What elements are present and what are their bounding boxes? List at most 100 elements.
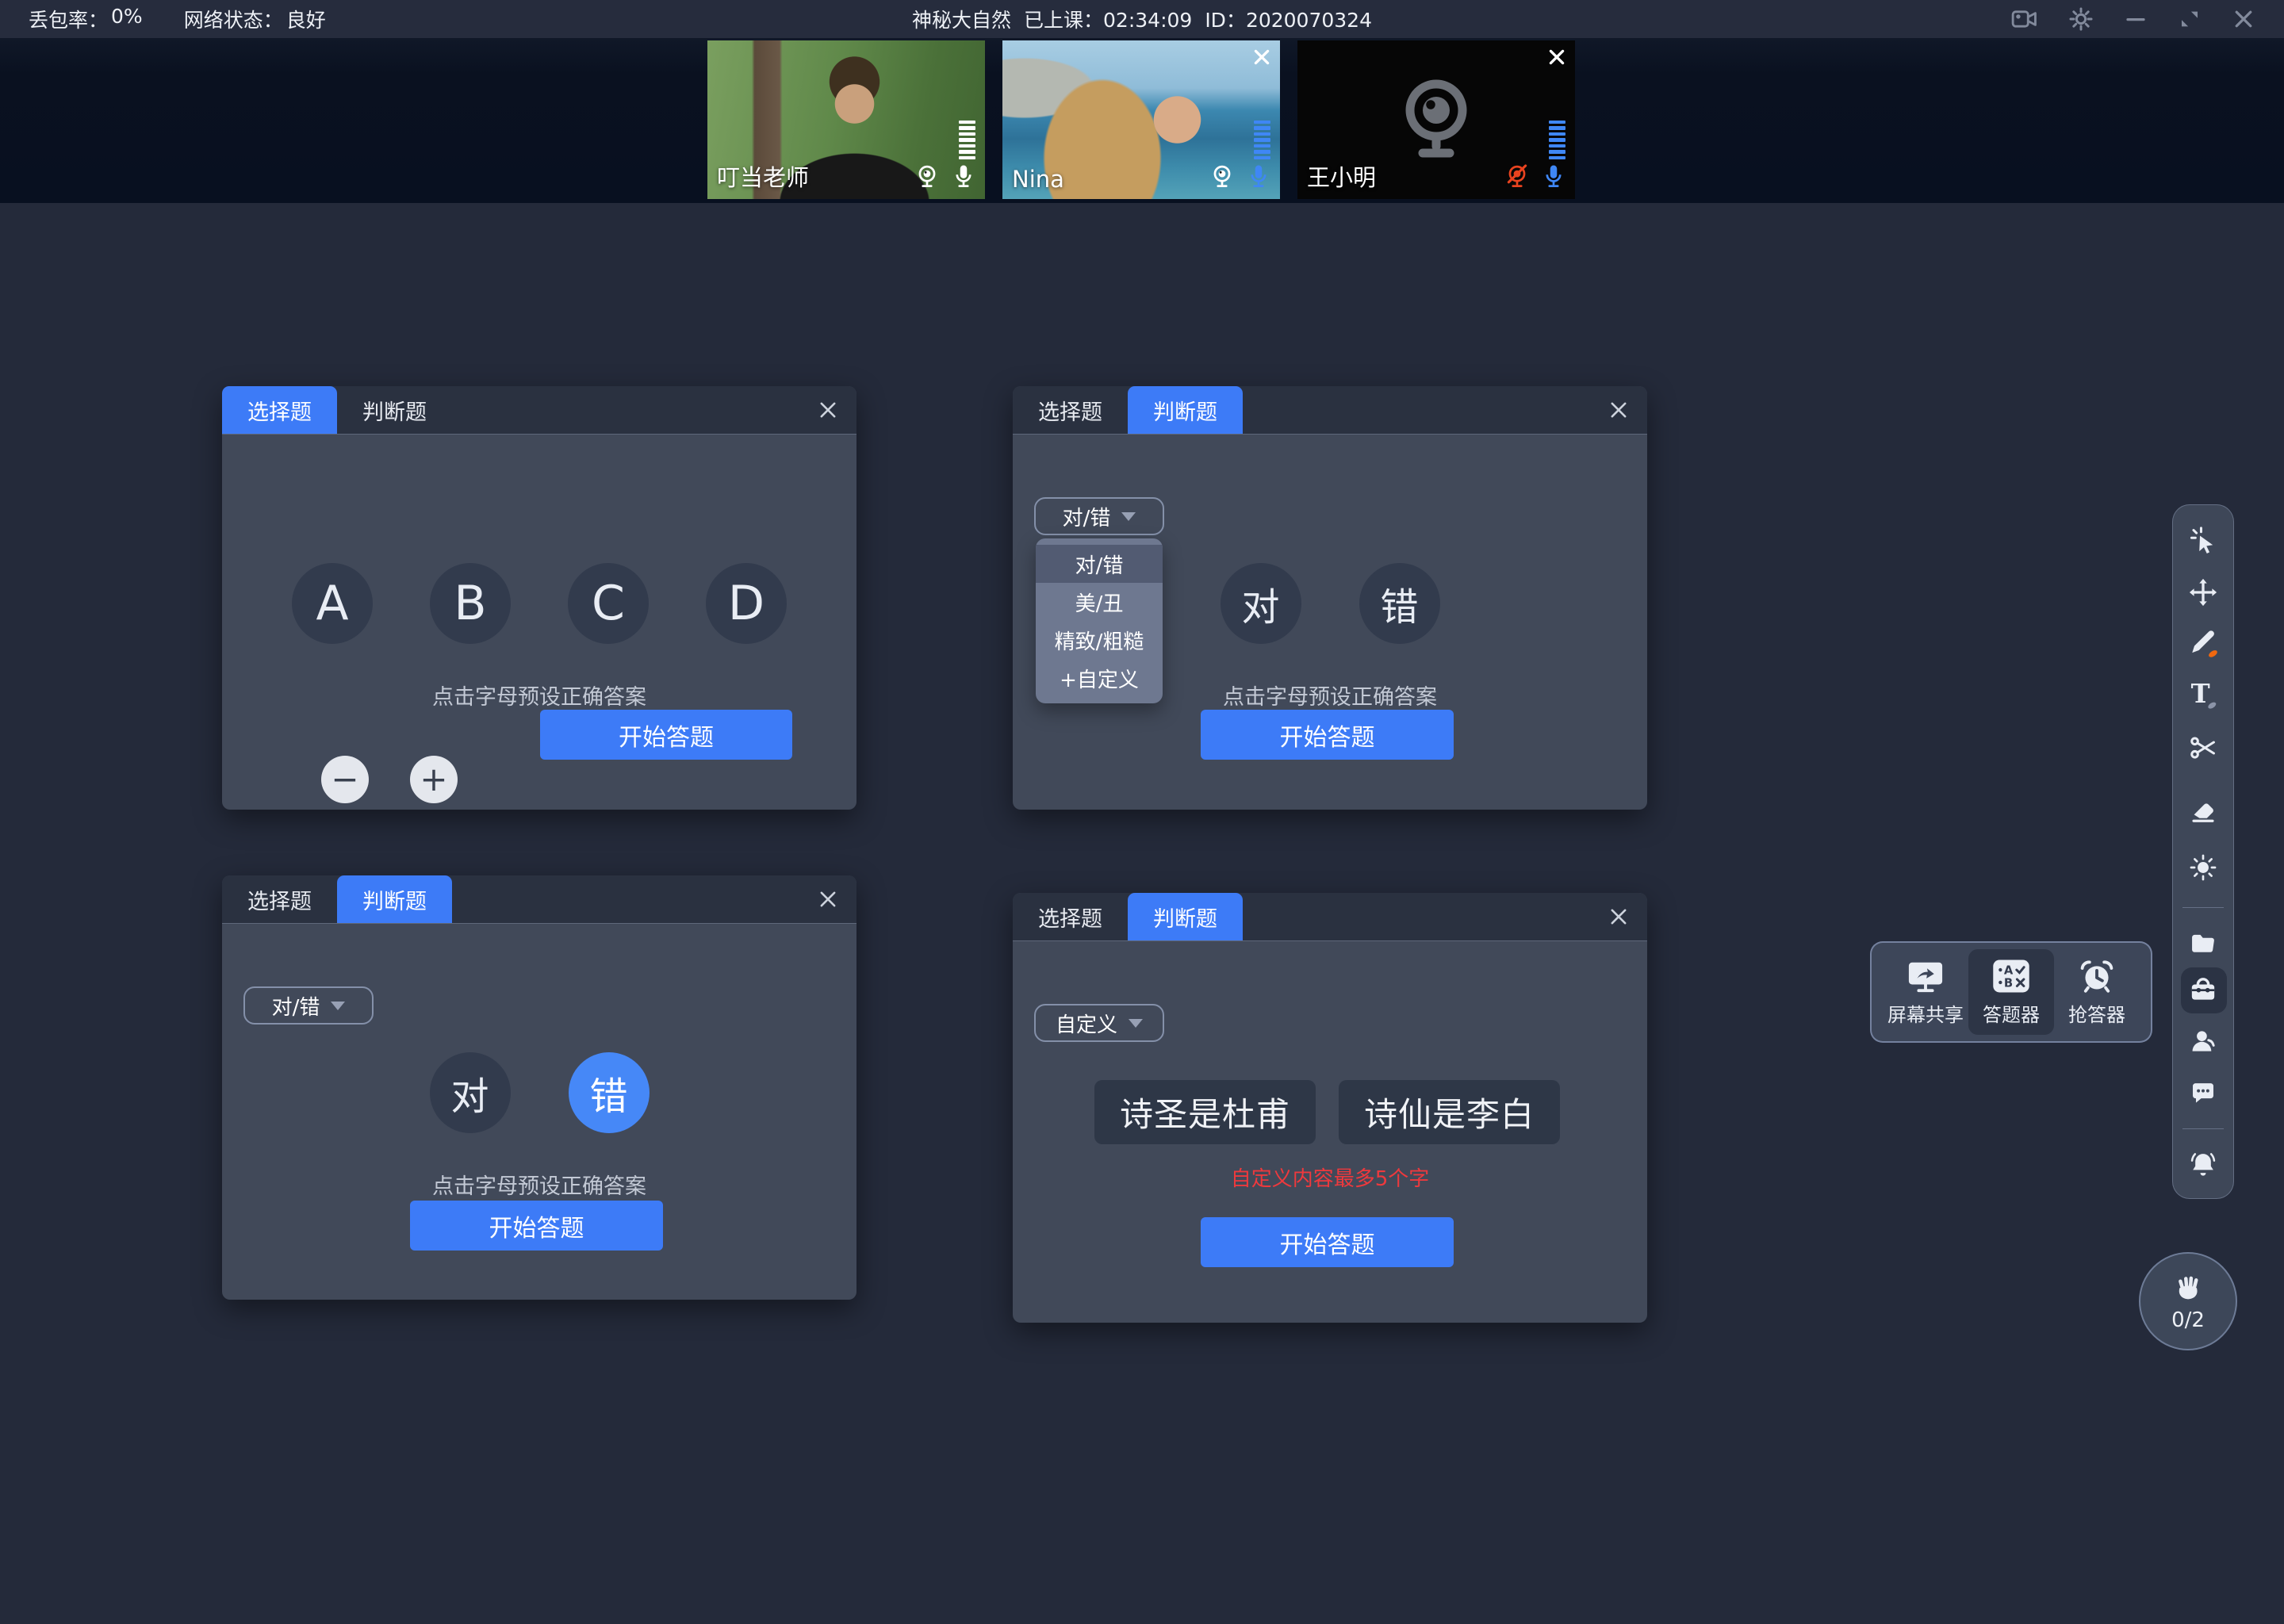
answer-pad-button[interactable]: AB 答题器: [1968, 949, 2054, 1035]
answer-options: A B C D: [222, 563, 856, 644]
text-icon[interactable]: T: [2184, 676, 2222, 714]
toolbar-divider: [2182, 1128, 2224, 1129]
dropdown-value: 对/错: [271, 995, 320, 1020]
answer-pad-dialog-choice: 选择题 判断题 A B C D 点击字母预设正确答案 − + 开始答题: [222, 386, 856, 810]
buzzer-label: 抢答器: [2068, 1003, 2125, 1026]
pointer-icon[interactable]: [2184, 522, 2222, 560]
annotation-toolbar: T: [2172, 504, 2234, 1199]
pen-icon[interactable]: [2184, 624, 2222, 662]
webcam-on-icon[interactable]: [914, 163, 941, 193]
judge-type-dropdown[interactable]: 对/错: [243, 986, 374, 1025]
tab-judge-question[interactable]: 判断题: [1128, 386, 1243, 434]
close-icon[interactable]: [1545, 45, 1569, 69]
judge-type-dropdown[interactable]: 自定义: [1034, 1004, 1164, 1042]
start-answering-button[interactable]: 开始答题: [1201, 710, 1454, 760]
custom-option-2[interactable]: 诗仙是李白: [1339, 1080, 1560, 1144]
bell-icon[interactable]: [2184, 1146, 2222, 1184]
svg-text:T: T: [2191, 679, 2210, 709]
increase-options-button[interactable]: +: [410, 756, 458, 803]
screen-share-button[interactable]: 屏幕共享: [1883, 949, 1968, 1035]
members-icon[interactable]: [2184, 1022, 2222, 1060]
tab-choice-question[interactable]: 选择题: [1013, 386, 1128, 434]
hand-icon: [2171, 1271, 2205, 1306]
room-id-label: ID：: [1205, 9, 1246, 32]
menu-item-true-false[interactable]: 对/错: [1036, 545, 1163, 583]
answer-pad-dialog-judge-custom: 选择题 判断题 自定义 诗圣是杜甫 诗仙是李白 自定义内容最多5个字 点击预设正…: [1013, 893, 1647, 1323]
option-true[interactable]: 对: [1220, 563, 1301, 644]
dropdown-value: 对/错: [1062, 506, 1111, 530]
webcam-on-icon[interactable]: [1209, 163, 1236, 193]
close-icon[interactable]: [815, 397, 841, 423]
preset-answer-hint: 点击字母预设正确答案: [432, 1174, 646, 1199]
start-answering-button[interactable]: 开始答题: [410, 1201, 663, 1251]
network-status-group: 丢包率： 0% 网络状态： 良好: [29, 5, 358, 33]
answer-pad-dialog-judge-preset: 选择题 判断题 对/错 对 错 点击字母预设正确答案 开始答题: [222, 875, 856, 1300]
option-a[interactable]: A: [292, 563, 373, 644]
laser-icon[interactable]: [2184, 848, 2222, 887]
dialog-tab-bar: 选择题 判断题: [1013, 386, 1647, 434]
chevron-down-icon: [1121, 511, 1136, 521]
option-false[interactable]: 错: [1359, 563, 1440, 644]
custom-length-warning: 自定义内容最多5个字: [1230, 1167, 1430, 1191]
tab-choice-question[interactable]: 选择题: [1013, 893, 1128, 940]
webcam-off-icon[interactable]: [1504, 163, 1531, 193]
top-status-bar: 丢包率： 0% 网络状态： 良好 神秘大自然 已上课：02:34:09 ID：2…: [0, 0, 2284, 38]
hand-raise-button[interactable]: 0/2: [2139, 1252, 2237, 1350]
settings-gear-icon[interactable]: [2068, 6, 2094, 32]
microphone-icon[interactable]: [1540, 163, 1567, 193]
participant-name: 叮当老师: [717, 164, 810, 191]
session-info-group: 神秘大自然 已上课：02:34:09 ID：2020070324: [912, 5, 1372, 33]
option-false-selected[interactable]: 错: [568, 1052, 650, 1133]
move-icon[interactable]: [2184, 573, 2222, 611]
judge-type-dropdown[interactable]: 对/错: [1034, 497, 1164, 535]
network-status-value: 良好: [286, 9, 326, 32]
minimize-icon[interactable]: [2124, 7, 2148, 31]
tab-judge-question[interactable]: 判断题: [337, 875, 452, 923]
packet-loss-label: 丢包率：: [29, 9, 109, 32]
eraser-icon[interactable]: [2184, 791, 2222, 829]
microphone-icon[interactable]: [950, 163, 977, 193]
close-icon[interactable]: [1250, 45, 1274, 69]
participant-name: Nina: [1012, 166, 1064, 193]
start-answering-button[interactable]: 开始答题: [540, 710, 792, 760]
answer-pad-label: 答题器: [1983, 1003, 2040, 1026]
toolbox-icon[interactable]: [2184, 971, 2222, 1009]
menu-item-pretty-ugly[interactable]: 美/丑: [1036, 583, 1163, 621]
close-icon[interactable]: [1606, 397, 1631, 423]
decrease-options-button[interactable]: −: [321, 756, 369, 803]
dialog-tab-bar: 选择题 判断题: [222, 386, 856, 434]
close-icon[interactable]: [815, 887, 841, 912]
close-icon[interactable]: [2232, 7, 2255, 31]
participant-name: 王小明: [1307, 164, 1377, 191]
folder-icon[interactable]: [2184, 925, 2222, 963]
scissors-icon[interactable]: [2184, 729, 2222, 767]
dialog-tab-bar: 选择题 判断题: [222, 875, 856, 923]
microphone-icon[interactable]: [1245, 163, 1272, 193]
tab-judge-question[interactable]: 判断题: [1128, 893, 1243, 940]
option-c[interactable]: C: [568, 563, 649, 644]
video-camera-icon[interactable]: [2011, 7, 2038, 31]
video-tile-student: 王小明: [1297, 40, 1575, 199]
chevron-down-icon: [331, 1001, 346, 1010]
room-title: 神秘大自然: [912, 9, 1012, 32]
class-time-value: 02:34:09: [1103, 9, 1193, 32]
exit-fullscreen-icon[interactable]: [2178, 7, 2202, 31]
menu-item-fine-rough[interactable]: 精致/粗糙: [1036, 621, 1163, 659]
start-answering-button[interactable]: 开始答题: [1201, 1217, 1454, 1267]
buzzer-button[interactable]: 抢答器: [2054, 949, 2140, 1035]
close-icon[interactable]: [1606, 904, 1631, 929]
custom-option-1[interactable]: 诗圣是杜甫: [1094, 1080, 1316, 1144]
chat-icon[interactable]: [2184, 1074, 2222, 1112]
option-d[interactable]: D: [706, 563, 787, 644]
toolbar-divider: [2182, 907, 2224, 908]
judge-type-menu: 对/错 美/丑 精致/粗糙 +自定义: [1036, 538, 1163, 703]
network-status-label: 网络状态：: [183, 9, 283, 32]
option-b[interactable]: B: [430, 563, 511, 644]
class-time-label: 已上课：: [1024, 9, 1104, 32]
tab-judge-question[interactable]: 判断题: [337, 386, 452, 434]
menu-item-custom[interactable]: +自定义: [1036, 659, 1163, 697]
hand-raise-count: 0/2: [2171, 1308, 2205, 1332]
tab-choice-question[interactable]: 选择题: [222, 875, 337, 923]
tab-choice-question[interactable]: 选择题: [222, 386, 337, 434]
option-true[interactable]: 对: [429, 1052, 511, 1133]
